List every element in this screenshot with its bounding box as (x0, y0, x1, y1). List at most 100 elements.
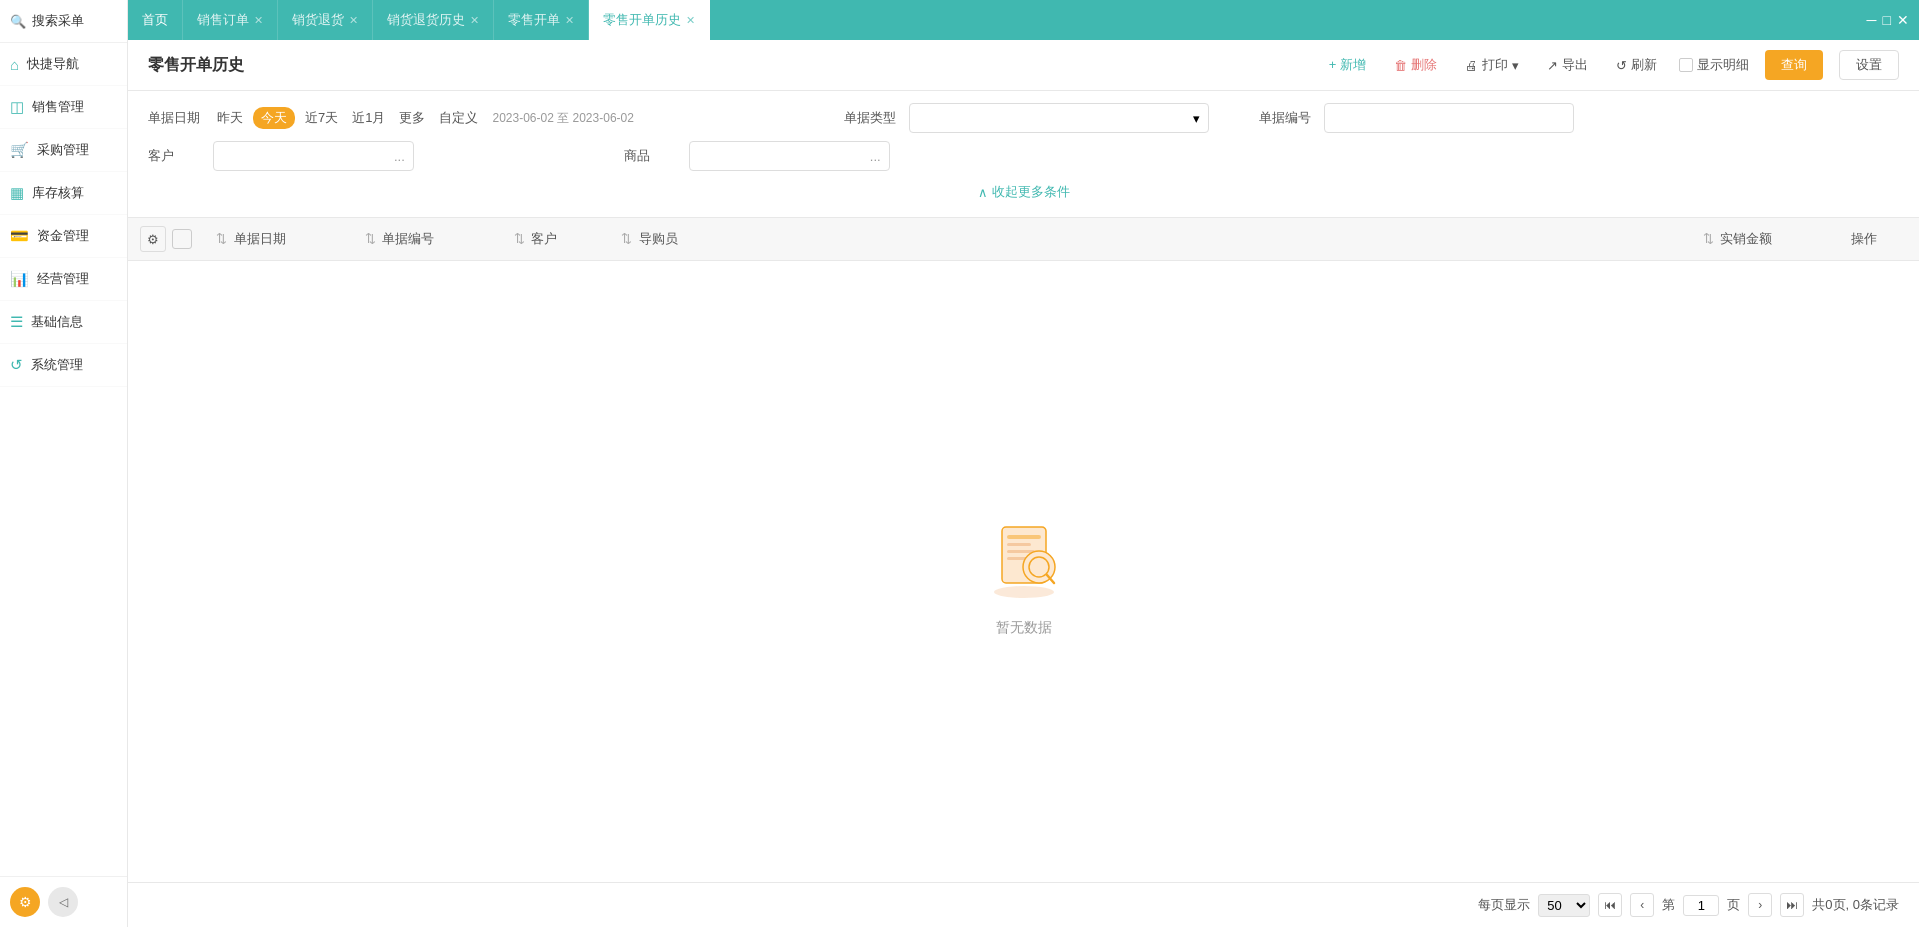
goods-input[interactable] (698, 149, 866, 164)
gear-button[interactable]: ⚙ (10, 887, 40, 917)
data-table: ⚙ ⇅ 单据日期 ⇅ 单据编号 ⇅ (128, 218, 1919, 261)
window-close-icon[interactable]: ✕ (1897, 12, 1909, 28)
print-button[interactable]: 🖨 打印 ▾ (1459, 52, 1525, 78)
sidebar-item-label: 经营管理 (37, 270, 89, 288)
sidebar-search-label: 搜索采单 (32, 12, 84, 30)
collapse-more-btn[interactable]: ∧ 收起更多条件 (148, 179, 1899, 205)
page-suffix-label: 页 (1727, 896, 1740, 914)
refresh-button[interactable]: ↺ 刷新 (1610, 52, 1663, 78)
top-right-toolbar: + 新增 🗑 删除 🖨 打印 ▾ ↗ 导出 ↺ 刷新 显示明细 查 (1323, 50, 1899, 80)
empty-illustration (974, 507, 1074, 607)
last-page-button[interactable]: ⏭ (1780, 893, 1804, 917)
sidebar-item-operations[interactable]: 📊 经营管理 (0, 258, 127, 301)
tab-sales-return[interactable]: 销货退货 ✕ (278, 0, 373, 40)
tab-sales-order-label: 销售订单 (197, 11, 249, 29)
purchase-icon: 🛒 (10, 141, 29, 159)
date-shortcuts: 昨天 今天 近7天 近1月 更多 自定义 (213, 107, 482, 129)
tab-retail-open[interactable]: 零售开单 ✕ (494, 0, 589, 40)
shortcut-custom[interactable]: 自定义 (435, 107, 482, 129)
col-header-no: ⇅ 单据编号 (353, 218, 502, 261)
col-header-action: 操作 (1839, 218, 1919, 261)
tab-sales-return-history[interactable]: 销货退货历史 ✕ (373, 0, 494, 40)
sort-icon-no[interactable]: ⇅ (365, 231, 376, 246)
finance-icon: 💳 (10, 227, 29, 245)
add-button[interactable]: + 新增 (1323, 52, 1372, 78)
page-prefix-label: 第 (1662, 896, 1675, 914)
shortcut-last7days[interactable]: 近7天 (301, 107, 342, 129)
sidebar-item-quick-nav[interactable]: ⌂ 快捷导航 (0, 43, 127, 86)
col-header-date: ⇅ 单据日期 (204, 218, 353, 261)
svg-rect-3 (1007, 543, 1031, 546)
shortcut-yesterday[interactable]: 昨天 (213, 107, 247, 129)
select-all-checkbox[interactable] (172, 229, 192, 249)
query-button[interactable]: 查询 (1765, 50, 1823, 80)
show-detail-toggle[interactable]: 显示明细 (1679, 56, 1749, 74)
bill-type-select[interactable]: ▾ (909, 103, 1209, 133)
sort-icon-amount[interactable]: ⇅ (1703, 231, 1714, 246)
sidebar-item-base-info[interactable]: ☰ 基础信息 (0, 301, 127, 344)
tab-retail-open-history[interactable]: 零售开单历史 ✕ (589, 0, 710, 40)
next-page-button[interactable]: › (1748, 893, 1772, 917)
window-maximize-icon[interactable]: □ (1883, 12, 1891, 28)
print-icon: 🖨 (1465, 58, 1478, 73)
table-settings-icon[interactable]: ⚙ (140, 226, 166, 252)
tab-home[interactable]: 首页 (128, 0, 183, 40)
page-title: 零售开单历史 (148, 55, 244, 76)
empty-state: 暂无数据 (128, 261, 1919, 882)
tab-retail-open-close[interactable]: ✕ (565, 14, 574, 27)
sort-icon-guide[interactable]: ⇅ (621, 231, 632, 246)
tab-sales-return-history-close[interactable]: ✕ (470, 14, 479, 27)
tab-sales-order[interactable]: 销售订单 ✕ (183, 0, 278, 40)
bill-no-input-wrap[interactable] (1324, 103, 1574, 133)
col-header-spacer (737, 218, 1691, 261)
tabs-right: ─ □ ✕ (1867, 12, 1909, 28)
shortcut-today[interactable]: 今天 (253, 107, 295, 129)
print-dropdown-icon: ▾ (1512, 58, 1519, 73)
sidebar-item-system[interactable]: ↺ 系统管理 (0, 344, 127, 387)
sidebar-item-sales-mgmt[interactable]: ◫ 销售管理 (0, 86, 127, 129)
refresh-icon: ↺ (1616, 58, 1627, 73)
sidebar-item-label: 基础信息 (31, 313, 83, 331)
first-page-button[interactable]: ⏮ (1598, 893, 1622, 917)
customer-input[interactable] (222, 149, 390, 164)
sidebar-item-finance[interactable]: 💳 资金管理 (0, 215, 127, 258)
filter-row-customer: 客户 ... 商品 ... (148, 141, 1899, 171)
settings-button[interactable]: 设置 (1839, 50, 1899, 80)
delete-button[interactable]: 🗑 删除 (1388, 52, 1443, 78)
tab-sales-return-close[interactable]: ✕ (349, 14, 358, 27)
tab-retail-open-history-label: 零售开单历史 (603, 11, 681, 29)
sidebar-item-inventory[interactable]: ▦ 库存核算 (0, 172, 127, 215)
date-range-display: 2023-06-02 至 2023-06-02 (492, 110, 633, 127)
sidebar-search[interactable]: 🔍 搜索采单 (0, 0, 127, 43)
sidebar-bottom: ⚙ ◁ (0, 876, 127, 927)
pagination: 每页显示 10 20 50 100 ⏮ ‹ 第 1 页 › ⏭ 共0页, 0条记… (128, 882, 1919, 927)
per-page-label: 每页显示 (1478, 896, 1530, 914)
tab-retail-open-history-close[interactable]: ✕ (686, 14, 695, 27)
home-icon: ⌂ (10, 56, 19, 73)
window-minimize-icon[interactable]: ─ (1867, 12, 1877, 28)
filter-row-date: 单据日期 昨天 今天 近7天 近1月 更多 自定义 2023-06-02 至 2… (148, 103, 1899, 133)
sidebar-item-label: 资金管理 (37, 227, 89, 245)
table-area: ⚙ ⇅ 单据日期 ⇅ 单据编号 ⇅ (128, 218, 1919, 927)
sort-icon-customer[interactable]: ⇅ (514, 231, 525, 246)
col-header-guide: ⇅ 导购员 (609, 218, 737, 261)
export-button[interactable]: ↗ 导出 (1541, 52, 1594, 78)
sort-icon[interactable]: ⇅ (216, 231, 227, 246)
shortcut-last1month[interactable]: 近1月 (348, 107, 389, 129)
customer-input-wrap[interactable]: ... (213, 141, 414, 171)
prev-page-button[interactable]: ‹ (1630, 893, 1654, 917)
show-detail-checkbox[interactable] (1679, 58, 1693, 72)
page-number-input[interactable]: 1 (1683, 895, 1719, 916)
table-header-row: ⚙ ⇅ 单据日期 ⇅ 单据编号 ⇅ (128, 218, 1919, 261)
sidebar-item-purchase-mgmt[interactable]: 🛒 采购管理 (0, 129, 127, 172)
shortcut-more[interactable]: 更多 (395, 107, 429, 129)
per-page-select[interactable]: 10 20 50 100 (1538, 894, 1590, 917)
goods-label: 商品 (624, 147, 679, 165)
goods-input-wrap[interactable]: ... (689, 141, 890, 171)
col-header-amount: ⇅ 实销金额 (1691, 218, 1840, 261)
goods-dots: ... (870, 149, 881, 164)
sidebar-item-label: 库存核算 (32, 184, 84, 202)
collapse-sidebar-button[interactable]: ◁ (48, 887, 78, 917)
tab-sales-order-close[interactable]: ✕ (254, 14, 263, 27)
base-info-icon: ☰ (10, 313, 23, 331)
